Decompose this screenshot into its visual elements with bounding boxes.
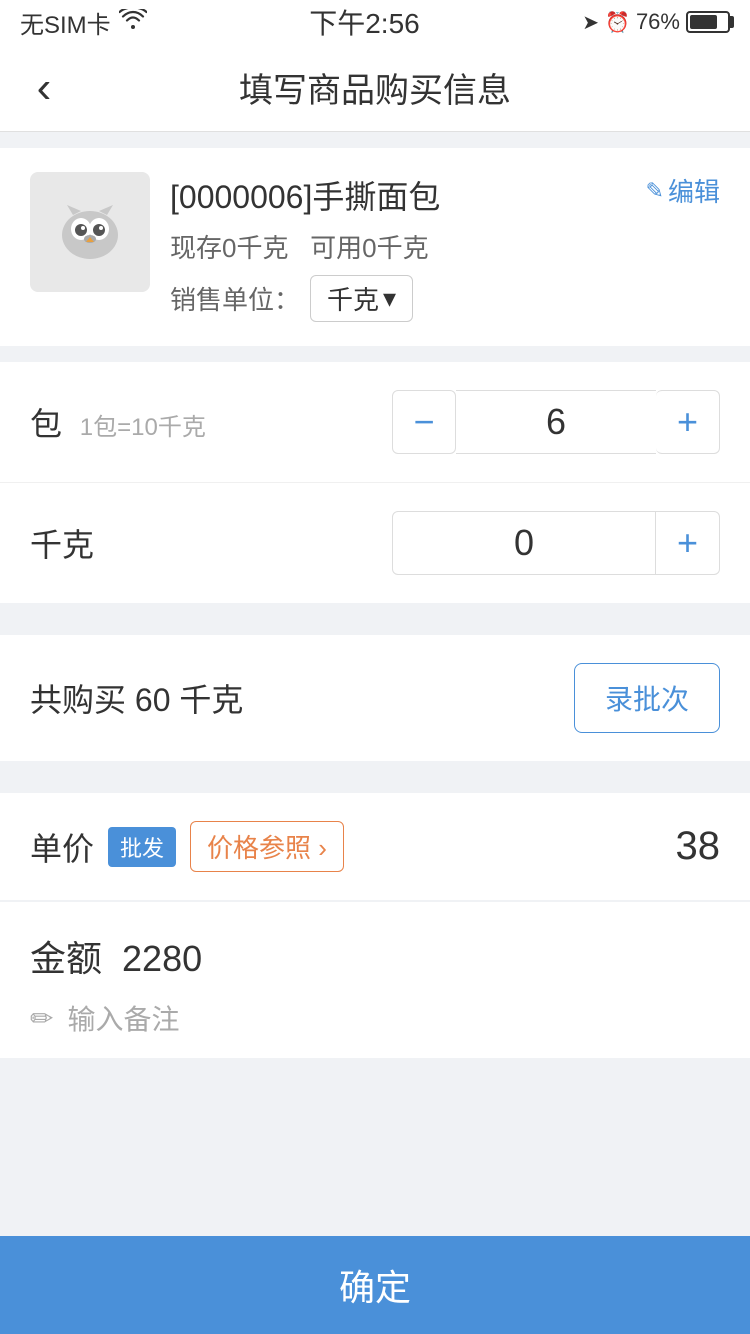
- product-unit-row: 销售单位： 千克 ▾: [170, 275, 720, 322]
- product-stock: 现存0千克 可用0千克: [170, 228, 720, 265]
- kg-label: 千克: [30, 520, 94, 566]
- product-image: [30, 172, 150, 292]
- confirm-button[interactable]: 确定: [0, 1236, 750, 1334]
- package-row: 包 1包=10千克 − +: [0, 362, 750, 483]
- kg-row: 千克 +: [0, 483, 750, 603]
- divider-2: [0, 603, 750, 619]
- back-button[interactable]: ‹: [0, 44, 88, 132]
- kg-plus-button[interactable]: +: [656, 511, 720, 575]
- price-section: 单价 批发 价格参照 › 38: [0, 793, 750, 900]
- product-card: [0000006]手撕面包 ✎ 编辑 现存0千克 可用0千克 销售单位： 千克 …: [0, 148, 750, 346]
- kg-controls: +: [392, 511, 720, 575]
- product-name: [0000006]手撕面包: [170, 172, 440, 218]
- product-info: [0000006]手撕面包 ✎ 编辑 现存0千克 可用0千克 销售单位： 千克 …: [170, 172, 720, 322]
- amount-row: 金额 2280: [30, 930, 720, 982]
- battery-icon: [686, 11, 730, 33]
- kg-input[interactable]: [392, 511, 656, 575]
- package-plus-button[interactable]: +: [656, 390, 720, 454]
- divider-3: [0, 761, 750, 777]
- status-right: ➤ ⏰ 76%: [582, 9, 730, 35]
- wifi-icon: [119, 8, 147, 36]
- package-input[interactable]: [456, 390, 656, 454]
- summary-text: 共购买 60 千克: [30, 675, 243, 721]
- carrier-label: 无SIM卡: [20, 5, 111, 40]
- nav-bar: ‹ 填写商品购买信息: [0, 44, 750, 132]
- price-ref-button[interactable]: 价格参照 ›: [190, 821, 344, 872]
- status-bar: 无SIM卡 下午2:56 ➤ ⏰ 76%: [0, 0, 750, 44]
- package-minus-button[interactable]: −: [392, 390, 456, 454]
- status-time: 下午2:56: [309, 2, 420, 42]
- battery-percent: 76%: [636, 9, 680, 35]
- location-icon: ➤: [582, 10, 599, 35]
- page-title: 填写商品购买信息: [88, 63, 662, 112]
- unit-dropdown[interactable]: 千克 ▾: [310, 275, 413, 322]
- summary-row: 共购买 60 千克 录批次: [0, 635, 750, 761]
- price-label: 单价: [30, 824, 94, 870]
- package-controls: − +: [392, 390, 720, 454]
- quantity-section: 包 1包=10千克 − + 千克 +: [0, 362, 750, 603]
- package-label: 包 1包=10千克: [30, 399, 206, 445]
- edit-button[interactable]: ✎ 编辑: [646, 172, 720, 209]
- alarm-icon: ⏰: [605, 10, 630, 35]
- note-placeholder: 输入备注: [67, 998, 179, 1038]
- amount-section: 金额 2280 ✏ 输入备注: [0, 902, 750, 1058]
- price-value: 38: [676, 824, 721, 869]
- edit-icon: ✎: [646, 178, 664, 204]
- status-left: 无SIM卡: [20, 5, 147, 40]
- pencil-icon: ✏: [30, 1002, 53, 1035]
- back-icon: ‹: [37, 63, 52, 113]
- price-badge: 批发: [108, 827, 176, 867]
- price-left: 单价 批发 价格参照 ›: [30, 821, 344, 872]
- batch-button[interactable]: 录批次: [574, 663, 720, 733]
- dropdown-arrow-icon: ▾: [383, 283, 396, 314]
- divider-1: [0, 346, 750, 362]
- amount-value: 2280: [122, 938, 202, 979]
- note-row[interactable]: ✏ 输入备注: [30, 998, 720, 1038]
